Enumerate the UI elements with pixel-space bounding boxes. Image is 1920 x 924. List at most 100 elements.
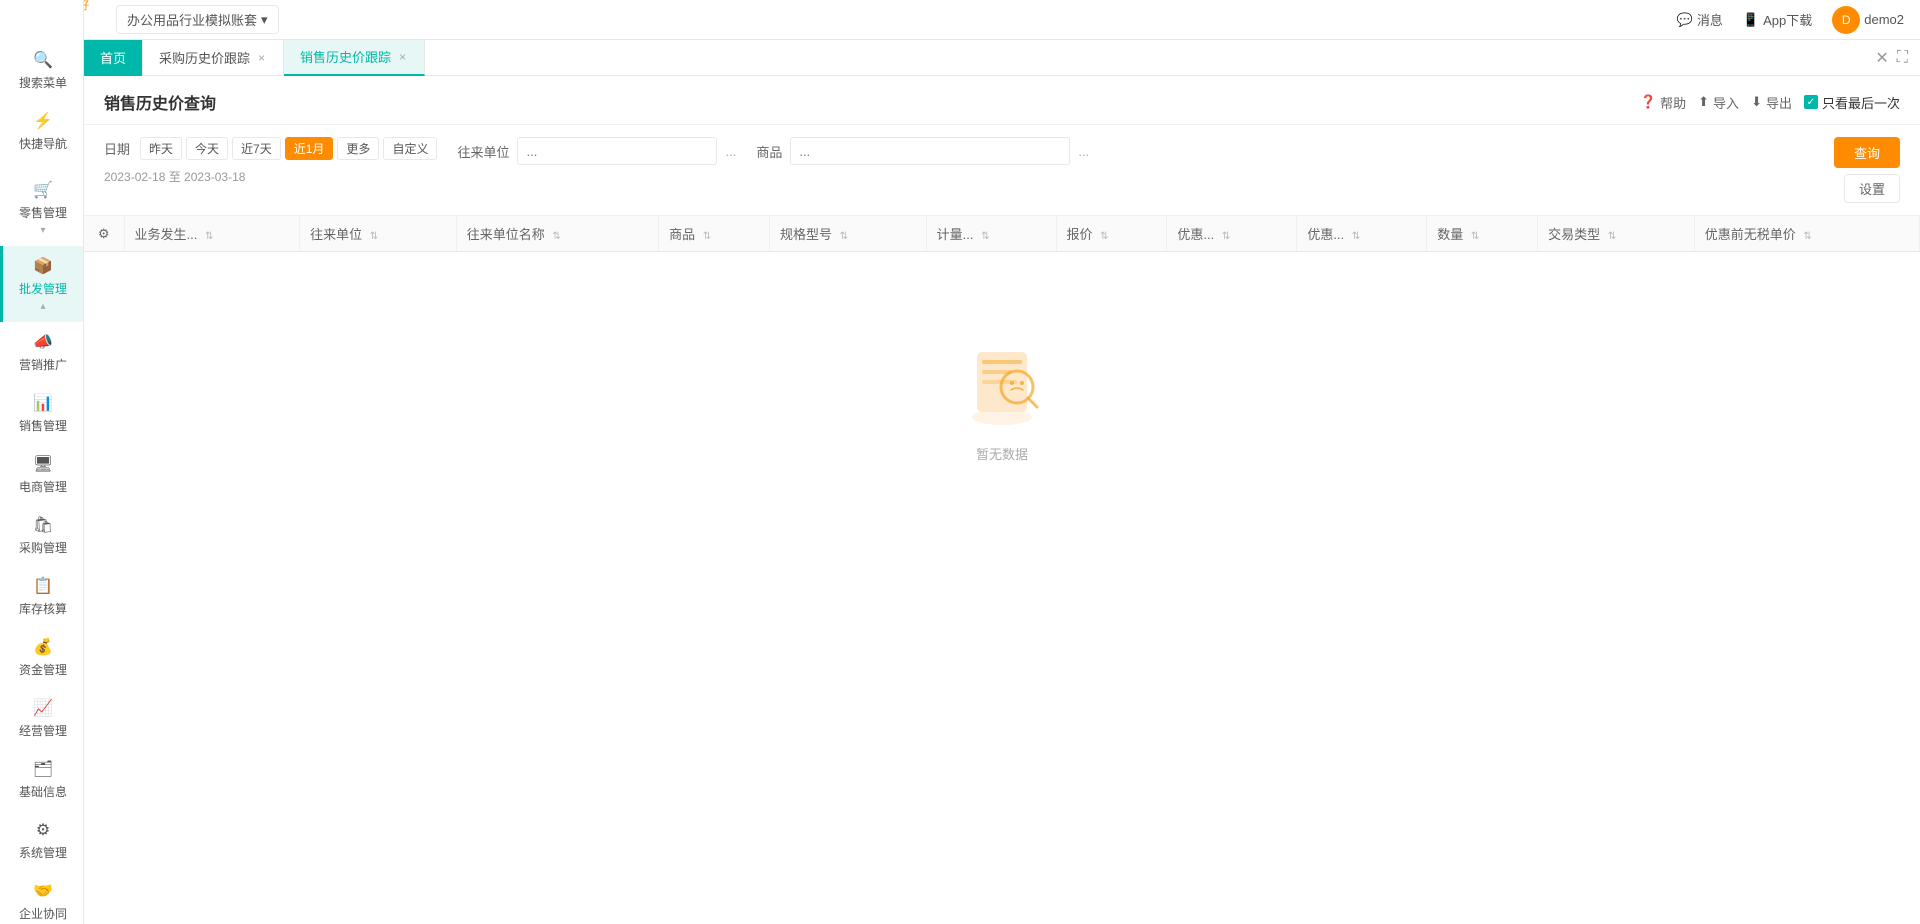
th-partner-code[interactable]: 往来单位 ⇅: [300, 216, 457, 252]
th-gear[interactable]: ⚙: [84, 216, 124, 252]
th-price[interactable]: 报价 ⇅: [1056, 216, 1167, 252]
sidebar-item-purchase[interactable]: 🛍 采购管理: [0, 505, 83, 566]
sort-icon: ⇅: [1352, 231, 1360, 242]
top-header: 畅 畅捷通好生意 标准版 办公用品行业模拟账套 ▾ 💬 消息 📱 App下载 D…: [0, 0, 1920, 40]
date-btn-1month[interactable]: 近1月: [285, 137, 334, 160]
sidebar-item-label: 营销推广: [19, 356, 67, 373]
help-btn[interactable]: ❓ 帮助: [1640, 93, 1686, 112]
avatar: D: [1832, 6, 1860, 34]
sort-icon: ⇅: [552, 231, 560, 242]
partner-filter-group: 往来单位 ...: [457, 137, 736, 165]
filter-area: 日期 昨天 今天 近7天 近1月 更多 自定义 2023-02-18 至 202…: [84, 125, 1920, 216]
import-icon: ⬆: [1698, 94, 1709, 110]
sidebar-item-marketing[interactable]: 📣 营销推广: [0, 322, 83, 383]
sidebar-item-wholesale[interactable]: 📦 批发管理 ▴: [0, 246, 83, 322]
sidebar-item-basic[interactable]: 🗂 基础信息: [0, 749, 83, 810]
sort-icon: ⇅: [703, 231, 711, 242]
sidebar-item-ops[interactable]: 📈 经营管理: [0, 688, 83, 749]
finance-icon: 💰: [33, 637, 53, 657]
th-tax-price[interactable]: 优惠前无税单价 ⇅: [1694, 216, 1919, 252]
sort-icon: ⇅: [205, 231, 213, 242]
sort-icon: ⇅: [981, 231, 989, 242]
th-spec[interactable]: 规格型号 ⇅: [769, 216, 926, 252]
data-table: ⚙ 业务发生... ⇅ 往来单位 ⇅ 往来单位名称 ⇅: [84, 216, 1920, 252]
sort-icon: ⇅: [1608, 231, 1616, 242]
help-icon: ❓: [1640, 94, 1656, 110]
date-btn-7days[interactable]: 近7天: [232, 137, 281, 160]
sidebar-item-search-menu[interactable]: 🔍 搜索菜单: [0, 40, 83, 101]
window-close-icon[interactable]: ✕: [1875, 48, 1888, 68]
th-partner-name[interactable]: 往来单位名称 ⇅: [456, 216, 658, 252]
tab-home[interactable]: 首页: [84, 40, 143, 76]
app-download-btn[interactable]: 📱 App下载: [1743, 10, 1812, 29]
th-trade-type[interactable]: 交易类型 ⇅: [1538, 216, 1695, 252]
sidebar-item-inventory[interactable]: 📋 库存核算: [0, 566, 83, 627]
main-content: 销售历史价查询 ❓ 帮助 ⬆ 导入 ⬇ 导出 ✓ 只看最后一次: [84, 76, 1920, 924]
date-btn-today[interactable]: 今天: [186, 137, 228, 160]
tab-purchase-close[interactable]: ×: [256, 49, 267, 67]
page-header: 销售历史价查询 ❓ 帮助 ⬆ 导入 ⬇ 导出 ✓ 只看最后一次: [84, 76, 1920, 125]
th-tax-price-label: 优惠前无税单价: [1705, 227, 1796, 242]
date-buttons: 昨天 今天 近7天 近1月 更多 自定义: [140, 137, 437, 160]
sort-icon: ⇅: [840, 231, 848, 242]
ecom-icon: 🖥: [33, 454, 53, 474]
th-goods[interactable]: 商品 ⇅: [659, 216, 770, 252]
goods-filter-group: 商品 ...: [756, 137, 1089, 165]
app-icon: 📱: [1743, 12, 1759, 28]
tab-purchase[interactable]: 采购历史价跟踪 ×: [143, 40, 284, 76]
export-btn[interactable]: ⬇ 导出: [1751, 93, 1792, 112]
th-qty[interactable]: 数量 ⇅: [1427, 216, 1538, 252]
date-btn-yesterday[interactable]: 昨天: [140, 137, 182, 160]
sidebar-item-retail[interactable]: 🛒 零售管理 ▾: [0, 170, 83, 246]
tab-sales[interactable]: 销售历史价跟踪 ×: [284, 40, 425, 76]
sidebar: 🔍 搜索菜单 ⚡ 快捷导航 🛒 零售管理 ▾ 📦 批发管理 ▴ 📣 营销推广 📊…: [0, 0, 84, 924]
date-filter-label: 日期: [104, 139, 130, 158]
th-biz-date[interactable]: 业务发生... ⇅: [124, 216, 300, 252]
message-btn[interactable]: 💬 消息: [1677, 10, 1723, 29]
th-unit[interactable]: 计量... ⇅: [926, 216, 1056, 252]
message-icon: 💬: [1677, 12, 1693, 28]
tab-sales-label: 销售历史价跟踪: [300, 47, 391, 66]
sidebar-item-system[interactable]: ⚙ 系统管理: [0, 810, 83, 871]
goods-filter-input[interactable]: [790, 137, 1070, 165]
fullscreen-icon[interactable]: ⛶: [1897, 49, 1908, 67]
partner-dots: ...: [725, 144, 736, 159]
sidebar-item-label: 零售管理: [19, 204, 67, 221]
sidebar-item-quick-nav[interactable]: ⚡ 快捷导航: [0, 101, 83, 162]
search-icon: 🔍: [33, 50, 53, 70]
arrow-icon: ▾: [40, 225, 45, 236]
date-btn-more[interactable]: 更多: [337, 137, 379, 160]
sidebar-item-label: 基础信息: [19, 783, 67, 800]
sidebar-item-enterprise[interactable]: 🤝 企业协同: [0, 871, 83, 924]
partner-filter-input[interactable]: [517, 137, 717, 165]
settings-button[interactable]: 设置: [1844, 174, 1900, 203]
th-discount2-label: 优惠...: [1307, 227, 1344, 242]
date-btn-custom[interactable]: 自定义: [383, 137, 437, 160]
only-last-checkbox[interactable]: ✓: [1804, 95, 1818, 109]
export-icon: ⬇: [1751, 94, 1762, 110]
import-btn[interactable]: ⬆ 导入: [1698, 93, 1739, 112]
only-last-checkbox-label[interactable]: ✓ 只看最后一次: [1804, 93, 1900, 112]
tab-bar-right: ✕ ⛶: [1875, 48, 1920, 68]
sidebar-item-finance[interactable]: 💰 资金管理: [0, 627, 83, 688]
user-menu[interactable]: D demo2: [1832, 6, 1904, 34]
sidebar-item-sales-mgmt[interactable]: 📊 销售管理: [0, 383, 83, 444]
th-partner-code-label: 往来单位: [310, 227, 362, 242]
sidebar-item-label: 批发管理: [19, 280, 67, 297]
company-dropdown[interactable]: 办公用品行业模拟账套 ▾: [116, 5, 279, 34]
sort-icon: ⇅: [1471, 231, 1479, 242]
tab-purchase-label: 采购历史价跟踪: [159, 48, 250, 67]
th-trade-type-label: 交易类型: [1548, 227, 1600, 242]
quick-nav-icon: ⚡: [33, 111, 53, 131]
query-button[interactable]: 查询: [1834, 137, 1900, 168]
tab-sales-close[interactable]: ×: [397, 48, 408, 66]
th-discount2[interactable]: 优惠... ⇅: [1297, 216, 1427, 252]
date-range-display: 2023-02-18 至 2023-03-18: [104, 168, 437, 185]
th-discount1[interactable]: 优惠... ⇅: [1167, 216, 1297, 252]
empty-text: 暂无数据: [976, 444, 1028, 463]
sidebar-item-ecom[interactable]: 🖥 电商管理: [0, 444, 83, 505]
sidebar-item-label: 电商管理: [19, 478, 67, 495]
empty-state: 暂无数据: [84, 252, 1920, 543]
partner-filter-label: 往来单位: [457, 142, 509, 161]
filter-actions: 查询 设置: [1834, 137, 1900, 203]
